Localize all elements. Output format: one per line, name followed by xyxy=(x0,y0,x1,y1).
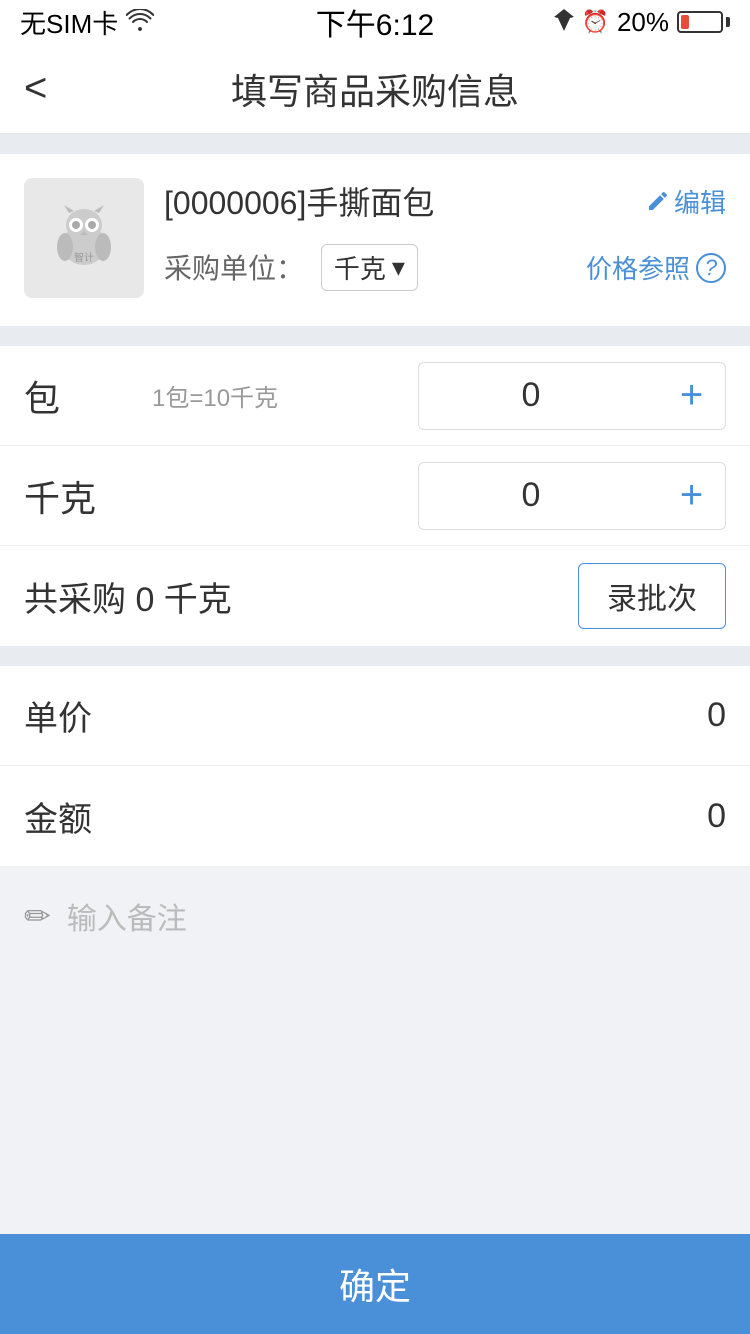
remarks-placeholder: 输入备注 xyxy=(67,894,187,938)
back-button[interactable]: < xyxy=(24,66,47,111)
status-bar: 无SIM卡 下午6:12 ⏰ 20% xyxy=(0,0,750,44)
battery-percentage: 20% xyxy=(617,7,669,38)
bottom-spacer xyxy=(0,966,750,1266)
qty-input-wrap-bag: + xyxy=(278,362,726,430)
amount-row: 金额 0 xyxy=(0,766,750,866)
qty-input-bag[interactable] xyxy=(418,362,658,430)
quantity-row-kg: 千克 + xyxy=(0,446,750,546)
batch-button[interactable]: 录批次 xyxy=(578,563,726,629)
status-right: ⏰ 20% xyxy=(554,7,730,38)
qty-input-kg[interactable] xyxy=(418,462,658,530)
qty-sublabel-bag: 1包=10千克 xyxy=(152,378,278,413)
pencil-icon: ✏ xyxy=(24,897,51,935)
top-divider xyxy=(0,134,750,154)
price-info-section: 单价 0 金额 0 xyxy=(0,666,750,866)
amount-label: 金额 xyxy=(24,792,92,841)
summary-row: 共采购 0 千克 录批次 xyxy=(0,546,750,646)
price-ref-icon: ? xyxy=(696,253,726,283)
unit-price-row: 单价 0 xyxy=(0,666,750,766)
qty-label-bag: 包 xyxy=(24,370,144,422)
confirm-button-label: 确定 xyxy=(339,1258,411,1310)
svg-text:智计: 智计 xyxy=(74,251,94,264)
status-time: 下午6:12 xyxy=(316,0,434,44)
quantity-section: 包 1包=10千克 + 千克 + xyxy=(0,346,750,546)
product-name: [0000006]手撕面包 xyxy=(164,178,434,224)
alarm-icon: ⏰ xyxy=(582,9,609,35)
quantity-row-bag: 包 1包=10千克 + xyxy=(0,346,750,446)
qty-label-kg: 千克 xyxy=(24,470,144,522)
nav-bar: < 填写商品采购信息 xyxy=(0,44,750,134)
product-card: 智计 [0000006]手撕面包 编辑 采购单位： 千克 ▾ xyxy=(0,154,750,326)
unit-dropdown[interactable]: 千克 ▾ xyxy=(321,244,418,291)
owl-logo: 智计 xyxy=(44,198,124,278)
qty-plus-bag[interactable]: + xyxy=(658,362,726,430)
amount-value: 0 xyxy=(707,797,726,836)
unit-label: 采购单位： xyxy=(164,253,304,284)
battery-icon xyxy=(677,11,730,33)
carrier-text: 无SIM卡 xyxy=(20,4,118,41)
unit-price-label: 单价 xyxy=(24,691,92,740)
wifi-icon xyxy=(126,7,154,38)
product-thumbnail: 智计 xyxy=(24,178,144,298)
mid-divider-2 xyxy=(0,646,750,666)
summary-text: 共采购 0 千克 xyxy=(24,572,232,621)
page-title: 填写商品采购信息 xyxy=(231,63,519,115)
qty-input-wrap-kg: + xyxy=(144,462,726,530)
unit-price-value: 0 xyxy=(707,696,726,735)
remarks-section[interactable]: ✏ 输入备注 xyxy=(0,866,750,966)
qty-plus-kg[interactable]: + xyxy=(658,462,726,530)
edit-button[interactable]: 编辑 xyxy=(646,183,726,220)
status-left: 无SIM卡 xyxy=(20,4,154,41)
location-icon xyxy=(554,7,574,38)
unit-selector[interactable]: 采购单位： 千克 ▾ xyxy=(164,244,418,291)
product-info: [0000006]手撕面包 编辑 采购单位： 千克 ▾ 价格参照 ? xyxy=(164,178,726,291)
mid-divider-1 xyxy=(0,326,750,346)
confirm-button[interactable]: 确定 xyxy=(0,1234,750,1334)
price-reference-button[interactable]: 价格参照 ? xyxy=(586,249,726,286)
